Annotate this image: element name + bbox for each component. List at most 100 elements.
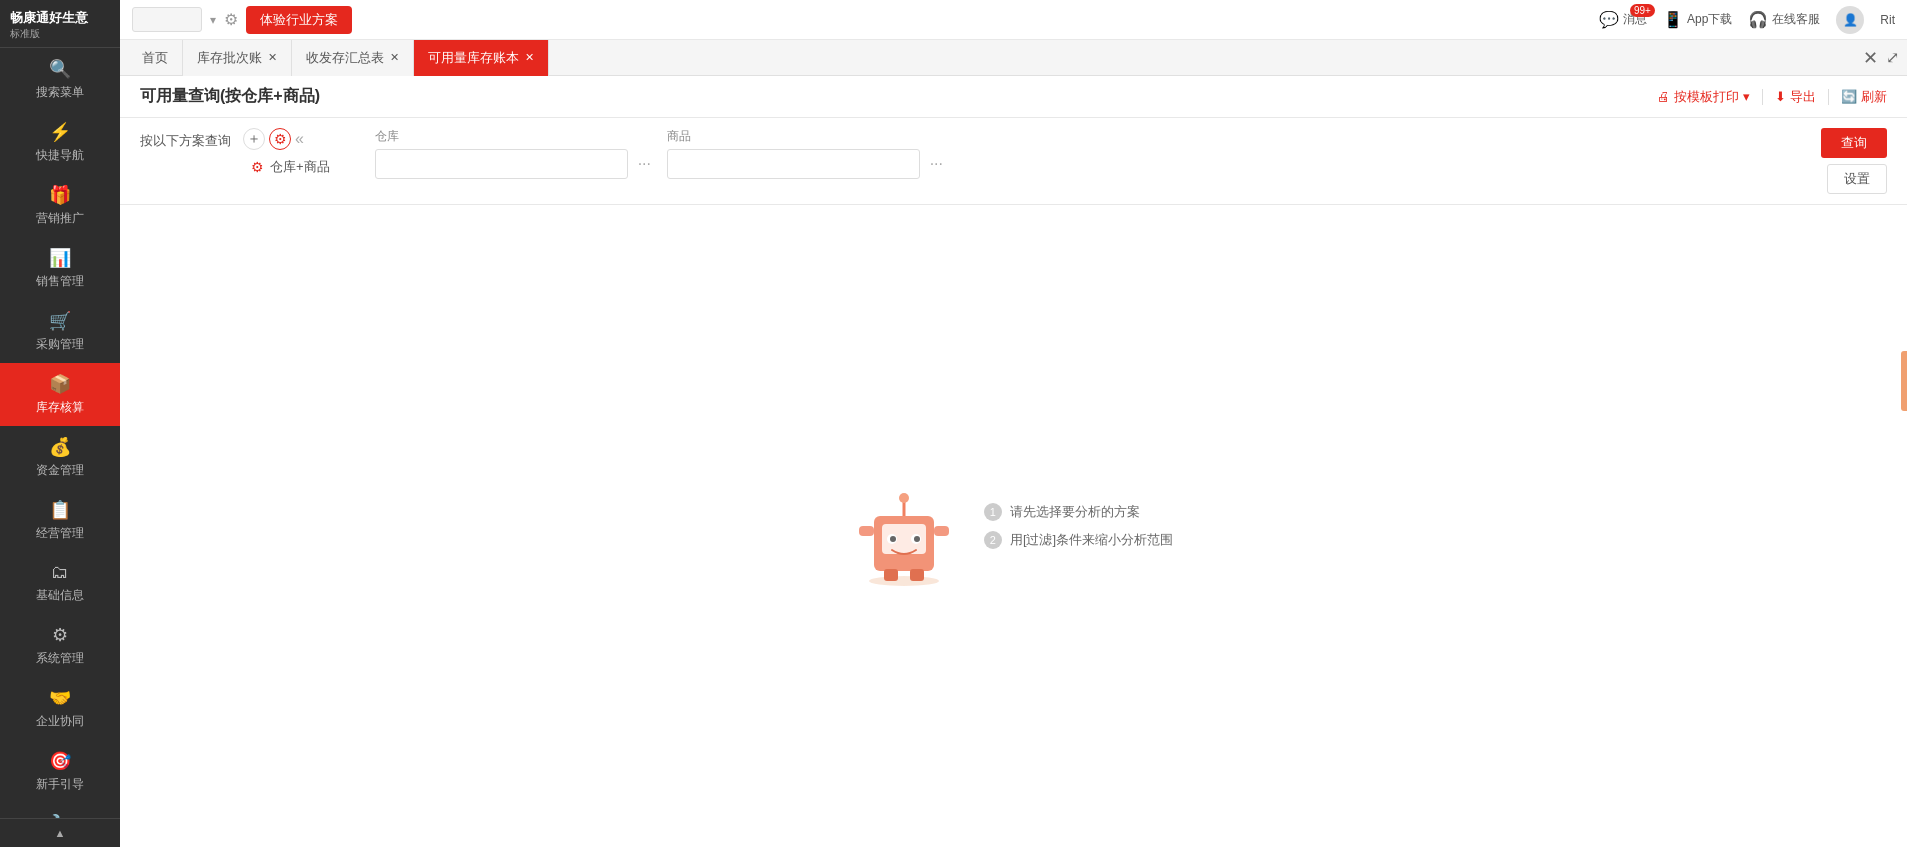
industry-button[interactable]: 体验行业方案 bbox=[246, 6, 352, 34]
settings-gear-icon[interactable]: ⚙ bbox=[224, 10, 238, 29]
tab-receive-summary-close-icon[interactable]: ✕ bbox=[390, 51, 399, 64]
page-header: 可用量查询(按仓库+商品) 🖨 按模板打印 ▾ ⬇ 导出 🔄 刷新 bbox=[120, 76, 1907, 118]
search-icon: 🔍 bbox=[49, 58, 71, 80]
sidebar-item-label: 系统管理 bbox=[36, 650, 84, 667]
goods-more-icon[interactable]: ··· bbox=[926, 151, 947, 177]
sidebar-item-label: 经营管理 bbox=[36, 525, 84, 542]
app-download-item[interactable]: 📱 App下载 bbox=[1663, 10, 1732, 29]
online-service-item[interactable]: 🎧 在线客服 bbox=[1748, 10, 1820, 29]
new-guide-icon: 🎯 bbox=[49, 750, 71, 772]
tabbar-close-icon[interactable]: ✕ bbox=[1863, 49, 1878, 67]
tab-batch-account-close-icon[interactable]: ✕ bbox=[268, 51, 277, 64]
collapse-icon[interactable]: « bbox=[295, 130, 304, 148]
sidebar-item-label: 企业协同 bbox=[36, 713, 84, 730]
sidebar-item-new-guide[interactable]: 🎯 新手引导 bbox=[0, 740, 120, 803]
online-service-label: 在线客服 bbox=[1772, 11, 1820, 28]
message-item[interactable]: 💬 消息 99+ bbox=[1599, 10, 1647, 29]
message-icon: 💬 bbox=[1599, 10, 1619, 29]
tab-available-stock-label: 可用量库存账本 bbox=[428, 49, 519, 67]
message-badge: 99+ bbox=[1630, 4, 1655, 17]
add-scheme-button[interactable]: ＋ bbox=[243, 128, 265, 150]
tab-home-label: 首页 bbox=[142, 49, 168, 67]
tabbar-expand-icon[interactable]: ⤢ bbox=[1886, 48, 1899, 67]
filter-area: 按以下方案查询 ＋ ⚙ « ⚙ 仓库+商品 仓库 ··· 商品 bbox=[120, 118, 1907, 205]
sidebar-item-sales[interactable]: 📊 销售管理 bbox=[0, 237, 120, 300]
purchase-icon: 🛒 bbox=[49, 310, 71, 332]
page-title: 可用量查询(按仓库+商品) bbox=[140, 86, 320, 107]
tabbar: 首页 库存批次账 ✕ 收发存汇总表 ✕ 可用量库存账本 ✕ ✕ ⤢ bbox=[120, 40, 1907, 76]
username: Rit bbox=[1880, 13, 1895, 27]
sidebar-item-label: 资金管理 bbox=[36, 462, 84, 479]
sidebar-item-label: 搜索菜单 bbox=[36, 84, 84, 101]
operations-icon: 📋 bbox=[49, 499, 71, 521]
sidebar-item-label: 新手引导 bbox=[36, 776, 84, 793]
hint-number-2: 2 bbox=[984, 531, 1002, 549]
scheme-item-icon: ⚙ bbox=[251, 159, 264, 175]
sidebar-item-search[interactable]: 🔍 搜索菜单 bbox=[0, 48, 120, 111]
export-action[interactable]: ⬇ 导出 bbox=[1775, 88, 1816, 106]
empty-hint-1: 1 请先选择要分析的方案 bbox=[984, 503, 1173, 521]
avatar-placeholder: 👤 bbox=[1843, 13, 1858, 27]
sidebar-item-operations[interactable]: 📋 经营管理 bbox=[0, 489, 120, 552]
warehouse-more-icon[interactable]: ··· bbox=[634, 151, 655, 177]
topbar-right: 💬 消息 99+ 📱 App下载 🎧 在线客服 👤 Rit bbox=[1599, 6, 1895, 34]
breadcrumb-chevron-icon[interactable]: ▾ bbox=[210, 13, 216, 27]
svg-rect-11 bbox=[884, 569, 898, 581]
settings-button[interactable]: 设置 bbox=[1827, 164, 1887, 194]
tab-available-stock[interactable]: 可用量库存账本 ✕ bbox=[414, 40, 549, 76]
filter-inputs: 仓库 ··· 商品 ··· bbox=[375, 128, 1809, 179]
sidebar-item-label: 销售管理 bbox=[36, 273, 84, 290]
divider2 bbox=[1828, 89, 1829, 105]
tab-receive-summary[interactable]: 收发存汇总表 ✕ bbox=[292, 40, 414, 76]
app-download-icon: 📱 bbox=[1663, 10, 1683, 29]
edit-scheme-button[interactable]: ⚙ bbox=[269, 128, 291, 150]
sidebar-item-system[interactable]: ⚙ 系统管理 bbox=[0, 614, 120, 677]
avatar[interactable]: 👤 bbox=[1836, 6, 1864, 34]
sidebar-item-basic-info[interactable]: 🗂 基础信息 bbox=[0, 552, 120, 614]
breadcrumb bbox=[132, 7, 202, 32]
goods-input[interactable] bbox=[667, 149, 920, 179]
print-action[interactable]: 🖨 按模板打印 ▾ bbox=[1657, 88, 1750, 106]
svg-rect-12 bbox=[910, 569, 924, 581]
sidebar-item-app-center[interactable]: 🔧 应用中心 bbox=[0, 803, 120, 818]
filter-schemes: ＋ ⚙ « ⚙ 仓库+商品 bbox=[243, 128, 363, 180]
tab-batch-account[interactable]: 库存批次账 ✕ bbox=[183, 40, 292, 76]
sidebar-item-label: 快捷导航 bbox=[36, 147, 84, 164]
svg-point-8 bbox=[899, 493, 909, 503]
export-label: 导出 bbox=[1790, 88, 1816, 106]
sidebar-bottom[interactable]: ▲ bbox=[0, 818, 120, 847]
svg-rect-10 bbox=[934, 526, 949, 536]
goods-input-row: ··· bbox=[667, 149, 947, 179]
sidebar: 畅康通好生意 标准版 🔍 搜索菜单 ⚡ 快捷导航 🎁 营销推广 📊 销售管理 🛒… bbox=[0, 0, 120, 847]
app-version: 标准版 bbox=[10, 27, 110, 41]
warehouse-input[interactable] bbox=[375, 149, 628, 179]
query-actions: 查询 设置 bbox=[1821, 128, 1887, 194]
headset-icon: 🎧 bbox=[1748, 10, 1768, 29]
sidebar-item-inventory[interactable]: 📦 库存核算 bbox=[0, 363, 120, 426]
sidebar-item-finance[interactable]: 💰 资金管理 bbox=[0, 426, 120, 489]
scheme-item-warehouse-goods[interactable]: ⚙ 仓库+商品 bbox=[243, 154, 363, 180]
tab-batch-account-label: 库存批次账 bbox=[197, 49, 262, 67]
tab-receive-summary-label: 收发存汇总表 bbox=[306, 49, 384, 67]
sidebar-item-purchase[interactable]: 🛒 采购管理 bbox=[0, 300, 120, 363]
tab-available-stock-close-icon[interactable]: ✕ bbox=[525, 51, 534, 64]
sidebar-scroll: 🔍 搜索菜单 ⚡ 快捷导航 🎁 营销推广 📊 销售管理 🛒 采购管理 📦 库存核… bbox=[0, 48, 120, 818]
sales-icon: 📊 bbox=[49, 247, 71, 269]
svg-point-6 bbox=[914, 536, 920, 542]
scroll-up-icon: ▲ bbox=[55, 827, 66, 839]
tab-home[interactable]: 首页 bbox=[128, 40, 183, 76]
print-label: 按模板打印 bbox=[1674, 88, 1739, 106]
query-button[interactable]: 查询 bbox=[1821, 128, 1887, 158]
refresh-action[interactable]: 🔄 刷新 bbox=[1841, 88, 1887, 106]
empty-state: 1 请先选择要分析的方案 2 用[过滤]条件来缩小分析范围 bbox=[120, 205, 1907, 847]
hint-text-1: 请先选择要分析的方案 bbox=[1010, 503, 1140, 521]
sidebar-item-quick-nav[interactable]: ⚡ 快捷导航 bbox=[0, 111, 120, 174]
tabbar-actions: ✕ ⤢ bbox=[1863, 48, 1899, 67]
svg-point-5 bbox=[890, 536, 896, 542]
enterprise-icon: 🤝 bbox=[49, 687, 71, 709]
divider bbox=[1762, 89, 1763, 105]
sidebar-item-marketing[interactable]: 🎁 营销推广 bbox=[0, 174, 120, 237]
print-icon: 🖨 bbox=[1657, 89, 1670, 104]
sidebar-item-enterprise[interactable]: 🤝 企业协同 bbox=[0, 677, 120, 740]
export-icon: ⬇ bbox=[1775, 89, 1786, 104]
